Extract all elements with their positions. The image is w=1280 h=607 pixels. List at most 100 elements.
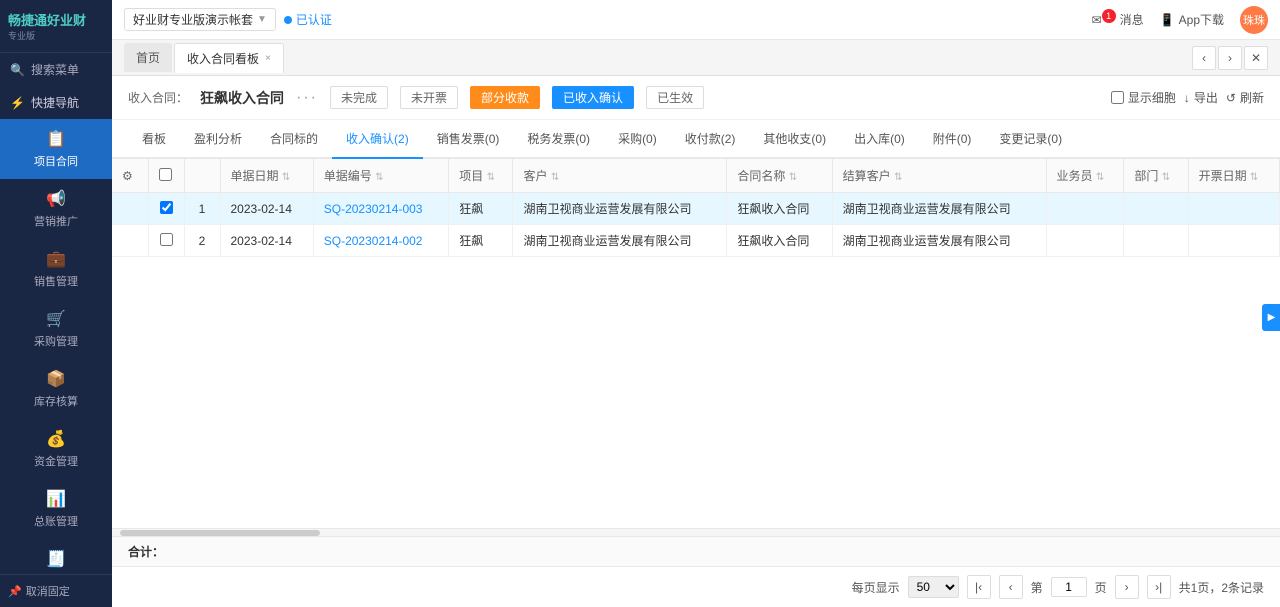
tab-prev-button[interactable]: ‹	[1192, 46, 1216, 70]
sub-tab-附件[interactable]: 附件(0)	[919, 120, 986, 159]
sidebar-item-sales[interactable]: 💼 销售管理	[0, 239, 112, 299]
sub-tab-盈利分析[interactable]: 盈利分析	[180, 120, 256, 159]
settings-icon[interactable]: ⚙	[122, 169, 133, 183]
data-table: ⚙ 单据日期 ⇅ 单据编号 ⇅	[112, 159, 1280, 257]
status-incomplete[interactable]: 未完成	[330, 86, 388, 109]
sub-tab-采购[interactable]: 采购(0)	[604, 120, 671, 159]
row-invoice-date	[1188, 193, 1279, 225]
sort-customer-icon[interactable]: ⇅	[551, 172, 559, 183]
sidebar-funds-label: 资金管理	[34, 453, 78, 469]
sidebar-item-general[interactable]: 📊 总账管理	[0, 479, 112, 539]
tab-home[interactable]: 首页	[124, 43, 172, 72]
row-date: 2023-02-14	[220, 193, 313, 225]
table-row[interactable]: 1 2023-02-14 SQ-20230214-003 狂飙 湖南卫视商业运营…	[112, 193, 1280, 225]
sort-department-icon[interactable]: ⇅	[1162, 172, 1170, 183]
prev-page-button[interactable]: ‹	[999, 575, 1023, 599]
tab-close-button[interactable]: ✕	[1244, 46, 1268, 70]
main-area: 好业财专业版演示帐套 ▼ 已认证 ✉ 1 消息 📱 App下载 珠珠 首页	[112, 0, 1280, 607]
tab-contract-board[interactable]: 收入合同看板 ×	[174, 43, 284, 73]
sort-code-icon[interactable]: ⇅	[375, 172, 383, 183]
sidebar-item-quick-nav[interactable]: ⚡ 快捷导航	[0, 86, 112, 119]
sort-settlement-icon[interactable]: ⇅	[894, 172, 902, 183]
row-code-link[interactable]: SQ-20230214-002	[324, 234, 423, 248]
table-scrollbar[interactable]	[112, 528, 1280, 536]
row-contract: 狂飙收入合同	[727, 193, 832, 225]
export-icon: ↓	[1184, 91, 1190, 105]
next-page-button[interactable]: ›	[1115, 575, 1139, 599]
row-code-link[interactable]: SQ-20230214-003	[324, 202, 423, 216]
right-float-panel[interactable]: ▶	[1262, 304, 1280, 331]
sort-salesperson-icon[interactable]: ⇅	[1096, 172, 1104, 183]
status-partial-receipt[interactable]: 部分收款	[470, 86, 540, 109]
first-page-button[interactable]: |‹	[967, 575, 991, 599]
tab-next-button[interactable]: ›	[1218, 46, 1242, 70]
row-select-checkbox[interactable]	[160, 233, 173, 246]
row-salesperson	[1046, 225, 1124, 257]
sidebar-item-project[interactable]: 📋 项目合同	[0, 119, 112, 179]
show-detail-checkbox[interactable]	[1111, 91, 1124, 104]
select-all-checkbox[interactable]	[159, 168, 172, 181]
sub-tab-销售发票[interactable]: 销售发票(0)	[423, 120, 514, 159]
show-detail-label: 显示细胞	[1128, 89, 1176, 106]
total-records-label: 共1页，2条记录	[1179, 579, 1264, 596]
row-checkbox[interactable]	[148, 193, 184, 225]
status-effective[interactable]: 已生效	[646, 86, 704, 109]
row-code[interactable]: SQ-20230214-002	[313, 225, 449, 257]
row-select-checkbox[interactable]	[160, 201, 173, 214]
per-page-select[interactable]: 50 20 100	[908, 576, 959, 598]
sub-tab-合同标的[interactable]: 合同标的	[256, 120, 332, 159]
sort-invoice-date-icon[interactable]: ⇅	[1250, 172, 1258, 183]
message-button[interactable]: ✉ 1 消息	[1092, 11, 1144, 28]
sub-tab-变更记录[interactable]: 变更记录(0)	[985, 120, 1076, 159]
table-row[interactable]: 2 2023-02-14 SQ-20230214-002 狂飙 湖南卫视商业运营…	[112, 225, 1280, 257]
status-revenue-confirmed[interactable]: 已收入确认	[552, 86, 634, 109]
sub-tab-收付款[interactable]: 收付款(2)	[671, 120, 750, 159]
more-options-icon[interactable]: ···	[296, 89, 318, 107]
export-button[interactable]: ↓ 导出	[1184, 89, 1218, 106]
sales-icon: 💼	[46, 249, 66, 269]
row-department	[1124, 193, 1188, 225]
sub-tab-看板[interactable]: 看板	[128, 120, 180, 159]
row-settlement: 湖南卫视商业运营发展有限公司	[832, 193, 1046, 225]
row-code[interactable]: SQ-20230214-003	[313, 193, 449, 225]
sidebar-nav: 🔍 搜索菜单 ⚡ 快捷导航 📋 项目合同 📢 营销推广 💼 销售管理 🛒 采购管…	[0, 53, 112, 574]
sort-date-icon[interactable]: ⇅	[282, 172, 290, 183]
contract-header: 收入合同： 狂飙收入合同 ··· 未完成 未开票 部分收款 已收入确认 已生效 …	[112, 76, 1280, 120]
status-uninvoiced[interactable]: 未开票	[400, 86, 458, 109]
sub-tab-出入库[interactable]: 出入库(0)	[840, 120, 919, 159]
row-customer: 湖南卫视商业运营发展有限公司	[513, 193, 727, 225]
sidebar-bottom[interactable]: 📌 取消固定	[0, 574, 112, 607]
topbar-right: ✉ 1 消息 📱 App下载 珠珠	[1092, 6, 1268, 34]
sidebar-sales-label: 销售管理	[34, 273, 78, 289]
app-download-button[interactable]: 📱 App下载	[1160, 11, 1224, 28]
sidebar-item-funds[interactable]: 💰 资金管理	[0, 419, 112, 479]
sidebar-marketing-label: 营销推广	[34, 213, 78, 229]
float-action-icon[interactable]: ▶	[1262, 304, 1280, 331]
sidebar-item-purchase[interactable]: 🛒 采购管理	[0, 299, 112, 359]
avatar-label: 珠珠	[1243, 12, 1265, 28]
row-checkbox[interactable]	[148, 225, 184, 257]
sub-tab-税务发票[interactable]: 税务发票(0)	[513, 120, 604, 159]
contract-title: 狂飙收入合同	[200, 88, 284, 108]
sort-contract-icon[interactable]: ⇅	[789, 172, 797, 183]
user-avatar[interactable]: 珠珠	[1240, 6, 1268, 34]
general-icon: 📊	[46, 489, 66, 509]
page-input[interactable]	[1051, 577, 1087, 597]
last-page-button[interactable]: ›|	[1147, 575, 1171, 599]
sort-project-icon[interactable]: ⇅	[487, 172, 495, 183]
row-salesperson	[1046, 193, 1124, 225]
sidebar-item-inventory[interactable]: 📦 库存核算	[0, 359, 112, 419]
sidebar-item-marketing[interactable]: 📢 营销推广	[0, 179, 112, 239]
sub-tab-收入确认[interactable]: 收入确认(2)	[332, 120, 423, 159]
company-selector[interactable]: 好业财专业版演示帐套 ▼	[124, 8, 276, 31]
refresh-button[interactable]: ↺ 刷新	[1226, 89, 1264, 106]
table-body: 1 2023-02-14 SQ-20230214-003 狂飙 湖南卫视商业运营…	[112, 193, 1280, 257]
app-download-icon: 📱	[1160, 13, 1175, 27]
close-tab-icon[interactable]: ×	[265, 53, 271, 64]
sidebar-item-invoice[interactable]: 🧾 发票管理	[0, 539, 112, 574]
th-code-label: 单据编号	[324, 169, 372, 183]
funds-icon: 💰	[46, 429, 66, 449]
sub-tab-其他收支[interactable]: 其他收支(0)	[749, 120, 840, 159]
sidebar-item-search[interactable]: 🔍 搜索菜单	[0, 53, 112, 86]
scroll-thumb[interactable]	[120, 530, 320, 536]
